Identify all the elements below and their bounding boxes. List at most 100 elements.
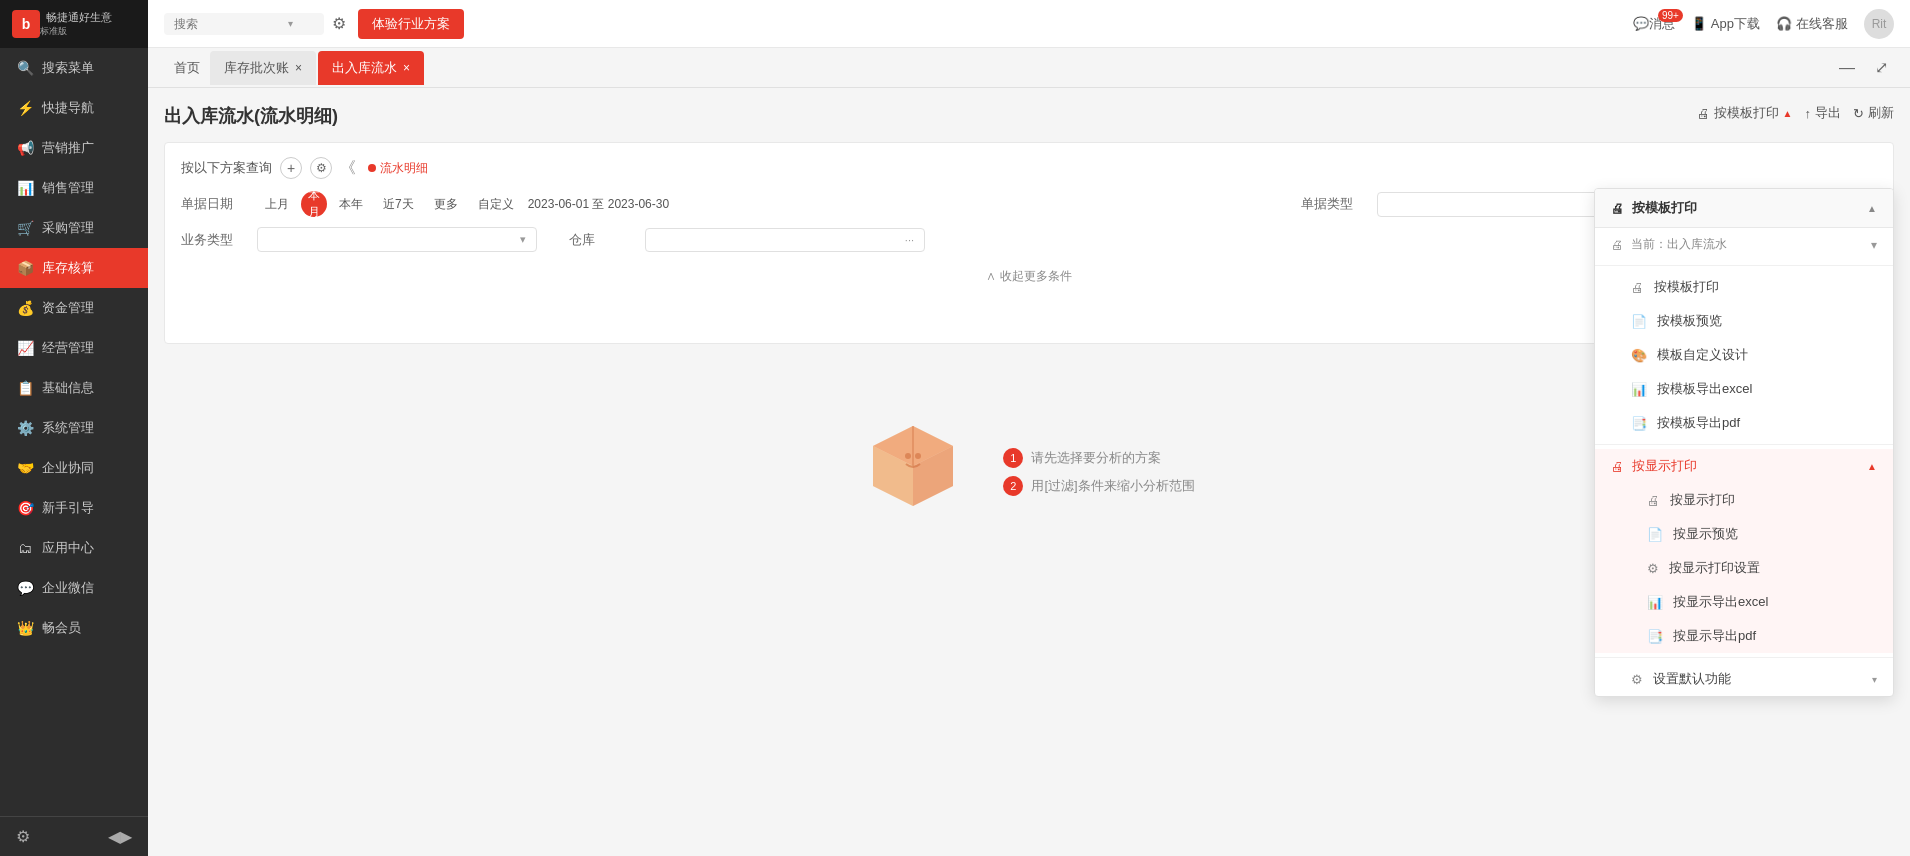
sidebar-item-system[interactable]: ⚙️ 系统管理 (0, 408, 148, 448)
sidebar-item-sales[interactable]: 📊 销售管理 (0, 168, 148, 208)
display-settings-label: 按显示打印设置 (1669, 559, 1760, 577)
sidebar-label-basic: 基础信息 (42, 379, 94, 397)
warehouse-input[interactable]: ··· (645, 228, 925, 252)
industry-btn[interactable]: 体验行业方案 (358, 9, 464, 39)
search-setting-btn[interactable]: ⚙ (310, 157, 332, 179)
template-export-excel-item[interactable]: 📊 按模板导出excel (1595, 372, 1893, 406)
date-tab-last-month[interactable]: 上月 (257, 194, 297, 215)
display-print-label: 按显示打印 (1670, 491, 1735, 509)
date-tab-current-month[interactable]: 本月 (301, 191, 327, 217)
sidebar-icon-marketing: 📢 (16, 139, 34, 157)
template-custom-item[interactable]: 🎨 模板自定义设计 (1595, 338, 1893, 372)
template-preview-label: 按模板预览 (1657, 312, 1722, 330)
sidebar-footer: ⚙ ◀▶ (0, 816, 148, 856)
tab-flow-close-icon[interactable]: × (403, 62, 410, 74)
online-service-btn[interactable]: 🎧 在线客服 (1776, 15, 1848, 33)
sidebar-icon-quicknav: ⚡ (16, 99, 34, 117)
search-collapse-btn[interactable]: 《 (340, 158, 356, 179)
display-section-label: 按显示打印 (1632, 457, 1697, 475)
date-field-label: 单据日期 (181, 195, 241, 213)
business-type-label: 业务类型 (181, 231, 241, 249)
sidebar-item-inventory[interactable]: 📦 库存核算 (0, 248, 148, 288)
topbar-gear-icon[interactable]: ⚙ (332, 14, 346, 33)
tab-flow-label: 出入库流水 (332, 59, 397, 77)
sidebar-label-operation: 经营管理 (42, 339, 94, 357)
date-tab-year[interactable]: 本年 (331, 194, 371, 215)
tab-batch[interactable]: 库存批次账 × (210, 51, 316, 85)
settings-footer-icon[interactable]: ⚙ (16, 827, 30, 846)
date-tab-7days[interactable]: 近7天 (375, 194, 422, 215)
empty-content: 1 请先选择要分析的方案 2 用[过滤]条件来缩小分析范围 (863, 416, 1194, 536)
sidebar-item-purchase[interactable]: 🛒 采购管理 (0, 208, 148, 248)
business-type-input[interactable]: ▾ (257, 227, 537, 252)
tab-maximize-btn[interactable]: ⤢ (1869, 56, 1894, 79)
date-tab-custom[interactable]: 自定义 (470, 194, 522, 215)
svg-point-5 (905, 453, 911, 459)
display-print-item[interactable]: 🖨 按显示打印 (1595, 483, 1893, 517)
sidebar-icon-purchase: 🛒 (16, 219, 34, 237)
export-btn[interactable]: ↑ 导出 (1805, 104, 1842, 122)
dropdown-title: 按模板打印 (1632, 199, 1697, 217)
sidebar-item-apps[interactable]: 🗂 应用中心 (0, 528, 148, 568)
sidebar-item-guide[interactable]: 🎯 新手引导 (0, 488, 148, 528)
template-export-pdf-item[interactable]: 📑 按模板导出pdf (1595, 406, 1893, 440)
sidebar-label-guide: 新手引导 (42, 499, 94, 517)
collapse-footer-icon[interactable]: ◀▶ (108, 827, 132, 846)
display-excel-icon: 📊 (1647, 595, 1663, 610)
date-range-value: 2023-06-01 至 2023-06-30 (528, 196, 669, 213)
display-preview-label: 按显示预览 (1673, 525, 1738, 543)
print-btn[interactable]: 🖨 按模板打印 ▲ (1697, 104, 1793, 122)
sidebar-item-vip[interactable]: 👑 畅会员 (0, 608, 148, 648)
phone-icon: 📱 (1691, 16, 1707, 31)
app-download-btn[interactable]: 📱 App下载 (1691, 15, 1760, 33)
sidebar-label-search: 搜索菜单 (42, 59, 94, 77)
sidebar-item-operation[interactable]: 📈 经营管理 (0, 328, 148, 368)
logo-icon: b (12, 10, 40, 38)
tab-batch-close-icon[interactable]: × (295, 62, 302, 74)
tab-minimize-btn[interactable]: — (1833, 56, 1861, 79)
default-settings-icon: ⚙ (1631, 672, 1643, 687)
display-section-header[interactable]: 🖨 按显示打印 ▲ (1595, 449, 1893, 483)
warehouse-selector: ··· (645, 228, 925, 252)
sidebar-item-search[interactable]: 🔍 搜索菜单 (0, 48, 148, 88)
template-preview-item[interactable]: 📄 按模板预览 (1595, 304, 1893, 338)
sidebar-item-cooperation[interactable]: 🤝 企业协同 (0, 448, 148, 488)
sidebar-item-wechat[interactable]: 💬 企业微信 (0, 568, 148, 608)
display-export-excel-item[interactable]: 📊 按显示导出excel (1595, 585, 1893, 619)
sidebar: b 畅捷通好生意 标准版 🔍 搜索菜单 ⚡ 快捷导航 📢 营销推广 📊 销售管理… (0, 0, 148, 856)
sidebar-item-marketing[interactable]: 📢 营销推广 (0, 128, 148, 168)
template-print-icon: 🖨 (1631, 280, 1644, 295)
user-avatar[interactable]: Rit (1864, 9, 1894, 39)
tab-home[interactable]: 首页 (164, 51, 210, 85)
display-print-settings-item[interactable]: ⚙ 按显示打印设置 (1595, 551, 1893, 585)
tabbar-right: — ⤢ (1833, 56, 1894, 79)
sidebar-icon-finance: 💰 (16, 299, 34, 317)
svg-point-6 (915, 453, 921, 459)
date-tab-more[interactable]: 更多 (426, 194, 466, 215)
template-print-item[interactable]: 🖨 按模板打印 (1595, 270, 1893, 304)
top-actions: 🖨 按模板打印 ▲ ↑ 导出 ↻ 刷新 (1697, 104, 1894, 122)
message-btn[interactable]: 💬 消息 99+ (1633, 15, 1675, 33)
main-container: ▾ ⚙ 体验行业方案 💬 消息 99+ 📱 App下载 🎧 在线客服 Rit (148, 0, 1910, 856)
headset-icon: 🎧 (1776, 16, 1792, 31)
refresh-btn[interactable]: ↻ 刷新 (1853, 104, 1894, 122)
sidebar-label-system: 系统管理 (42, 419, 94, 437)
business-type-dropdown-icon: ▾ (520, 233, 526, 246)
search-add-btn[interactable]: + (280, 157, 302, 179)
search-input[interactable] (174, 17, 284, 31)
sidebar-item-quicknav[interactable]: ⚡ 快捷导航 (0, 88, 148, 128)
topbar-search-box: ▾ (164, 13, 324, 35)
display-export-pdf-item[interactable]: 📑 按显示导出pdf (1595, 619, 1893, 653)
sidebar-item-basic[interactable]: 📋 基础信息 (0, 368, 148, 408)
tab-batch-label: 库存批次账 (224, 59, 289, 77)
message-badge: 99+ (1658, 9, 1683, 22)
default-settings-item[interactable]: ⚙ 设置默认功能 ▾ (1595, 662, 1893, 696)
sidebar-item-finance[interactable]: 💰 资金管理 (0, 288, 148, 328)
sidebar-icon-cooperation: 🤝 (16, 459, 34, 477)
display-preview-item[interactable]: 📄 按显示预览 (1595, 517, 1893, 551)
topbar-left: ▾ ⚙ 体验行业方案 (164, 9, 1633, 39)
tab-flow[interactable]: 出入库流水 × (318, 51, 424, 85)
page-title: 出入库流水(流水明细) (164, 104, 1894, 128)
app-logo: b 畅捷通好生意 标准版 (0, 0, 148, 48)
display-section-icon: 🖨 (1611, 459, 1624, 474)
